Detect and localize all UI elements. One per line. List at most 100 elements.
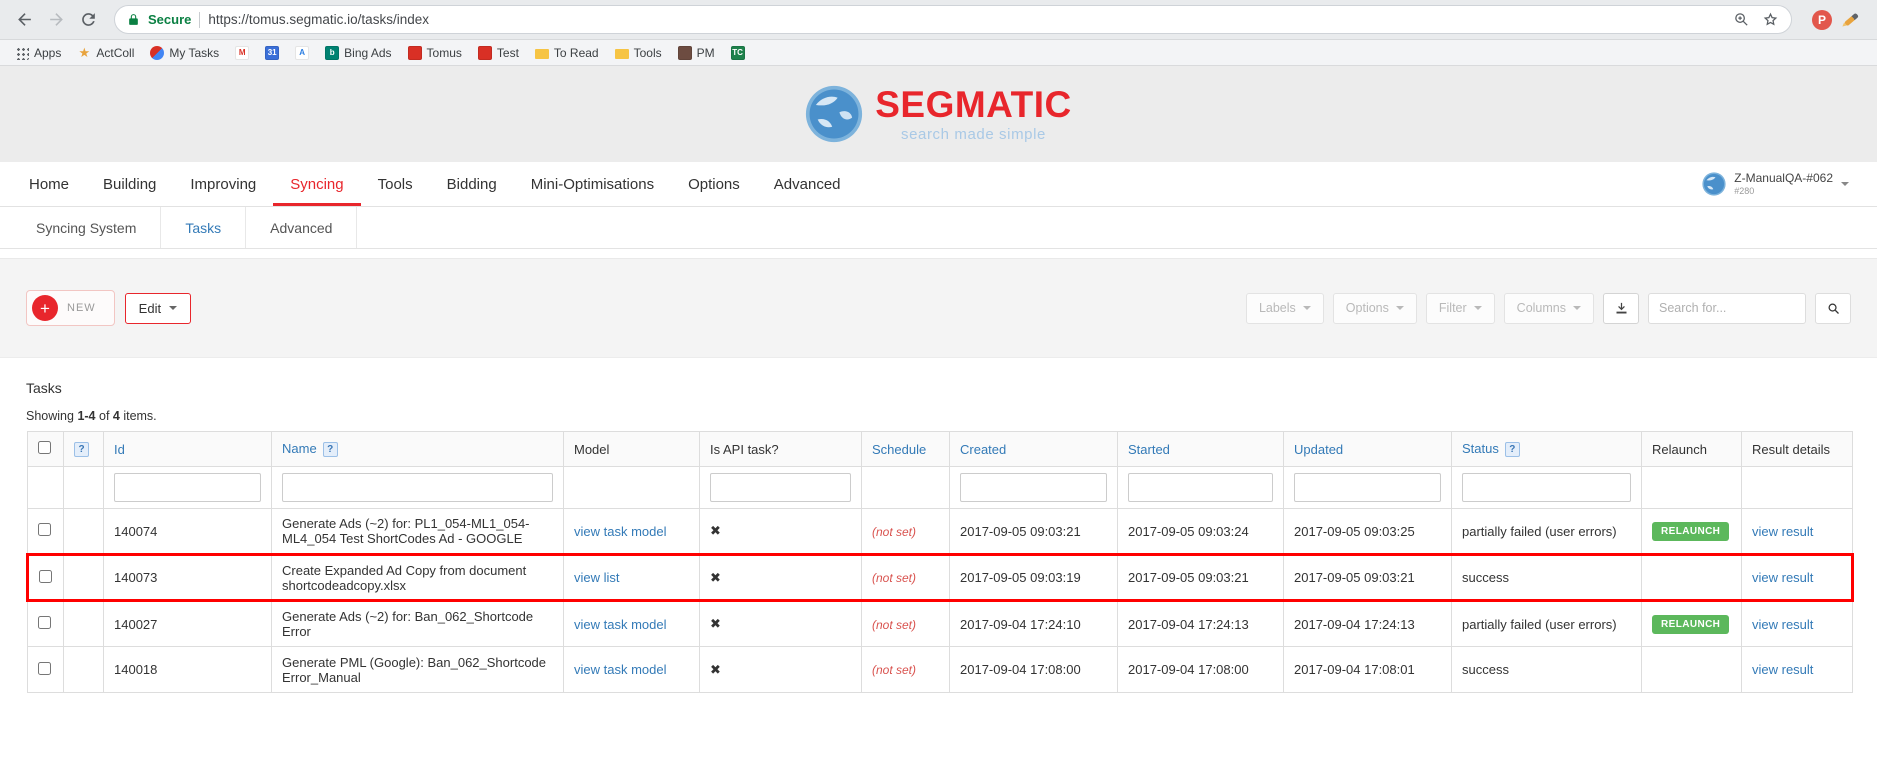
relaunch-button[interactable]: RELAUNCH <box>1652 521 1730 541</box>
folder-icon <box>614 48 629 59</box>
filter-started-input[interactable] <box>1128 473 1273 503</box>
row-checkbox[interactable] <box>38 616 51 630</box>
bookmark-bing-ads[interactable]: b Bing Ads <box>318 44 398 62</box>
nav-item-tools[interactable]: Tools <box>361 162 430 206</box>
column-label[interactable]: Updated <box>1294 442 1343 457</box>
subnav-item-advanced[interactable]: Advanced <box>246 207 358 248</box>
help-icon[interactable]: ? <box>322 442 338 458</box>
filter-id-input[interactable] <box>114 473 261 503</box>
task-name-cell: Generate Ads (~2) for: PL1_054-ML1_054-M… <box>271 508 564 556</box>
brand-name: SEGMATIC <box>875 83 1072 125</box>
search-input[interactable] <box>1648 292 1806 324</box>
bookmark-tomus[interactable]: Tomus <box>401 44 469 62</box>
column-label[interactable]: Status <box>1462 441 1499 456</box>
dropdown-options[interactable]: Options <box>1332 292 1417 324</box>
nav-item-improving[interactable]: Improving <box>173 162 273 206</box>
forward-button[interactable] <box>42 6 70 34</box>
dropdown-labels[interactable]: Labels <box>1245 292 1324 324</box>
row-checkbox[interactable] <box>39 569 52 583</box>
view-model-link[interactable]: view task model <box>574 617 666 632</box>
filter-cell-schedule <box>861 466 950 510</box>
bookmark-apps[interactable]: Apps <box>8 44 68 62</box>
url-text: https://tomus.segmatic.io/tasks/index <box>208 12 429 27</box>
filter-is-api-task-input[interactable] <box>710 473 851 503</box>
column-label[interactable]: Id <box>114 442 125 457</box>
nav-item-home[interactable]: Home <box>12 162 86 206</box>
row-checkbox[interactable] <box>38 523 51 537</box>
select-all-checkbox[interactable] <box>38 441 51 455</box>
search-button[interactable] <box>1815 292 1851 324</box>
nav-item-syncing[interactable]: Syncing <box>273 162 361 206</box>
bookmark-my-tasks[interactable]: My Tasks <box>143 44 226 62</box>
row-help-cell <box>63 646 104 694</box>
nav-item-mini-optimisations[interactable]: Mini-Optimisations <box>514 162 671 206</box>
relaunch-button[interactable]: RELAUNCH <box>1652 614 1730 634</box>
url-bar[interactable]: Secure https://tomus.segmatic.io/tasks/i… <box>114 5 1792 34</box>
column-label[interactable]: Name <box>282 441 317 456</box>
view-model-link[interactable]: view task model <box>574 524 666 539</box>
nav-item-options[interactable]: Options <box>671 162 757 206</box>
relaunch-cell: RELAUNCH <box>1641 508 1742 556</box>
bookmark-actcoll[interactable]: ★ ActColl <box>70 44 141 62</box>
bing-icon: b <box>325 45 340 60</box>
view-result-link[interactable]: view result <box>1752 570 1813 585</box>
nav-item-advanced[interactable]: Advanced <box>757 162 858 206</box>
bookmark-gmail-icon[interactable]: M <box>228 44 256 62</box>
pencil-extension-icon[interactable] <box>1844 12 1859 27</box>
filter-name-input[interactable] <box>282 473 553 503</box>
zoom-icon[interactable] <box>1733 11 1750 28</box>
task-model-cell: view list <box>563 553 700 603</box>
view-result-link[interactable]: view result <box>1752 617 1813 632</box>
new-button[interactable]: + NEW <box>26 290 115 326</box>
refresh-button[interactable] <box>74 6 102 34</box>
started-cell: 2017-09-05 09:03:24 <box>1117 508 1284 556</box>
column-label[interactable]: Started <box>1128 442 1170 457</box>
bookmark-calendar-icon[interactable]: 31 <box>258 44 286 62</box>
bookmark-star-icon[interactable] <box>1762 11 1779 28</box>
column-label: Model <box>574 441 610 457</box>
subnav-item-syncing-system[interactable]: Syncing System <box>12 207 162 248</box>
filter-cell-model <box>563 466 700 510</box>
bookmark-tc-icon[interactable]: TC <box>724 44 752 62</box>
filter-status-input[interactable] <box>1462 473 1631 503</box>
nav-item-building[interactable]: Building <box>86 162 173 206</box>
column-header-result-details: Result details <box>1741 430 1853 468</box>
nav-item-bidding[interactable]: Bidding <box>430 162 514 206</box>
view-result-link[interactable]: view result <box>1752 662 1813 677</box>
chevron-down-icon <box>1302 306 1311 310</box>
task-model-cell: view task model <box>563 508 700 556</box>
filter-row <box>27 466 1853 510</box>
bookmark-pm[interactable]: PM <box>671 44 722 62</box>
column-label[interactable]: Created <box>960 442 1006 457</box>
subnav-item-tasks[interactable]: Tasks <box>161 207 247 248</box>
brand-tagline: search made simple <box>900 125 1046 143</box>
bookmark-label: Tomus <box>426 45 462 60</box>
row-checkbox[interactable] <box>38 661 51 675</box>
help-icon[interactable]: ? <box>1504 442 1520 458</box>
export-button[interactable] <box>1603 292 1639 324</box>
bookmark-to-read[interactable]: To Read <box>528 44 606 62</box>
user-menu[interactable]: Z-ManualQA-#062 #280 <box>1702 162 1849 206</box>
view-result-link[interactable]: view result <box>1752 524 1813 539</box>
segmatic-logo: SEGMATIC search made simple <box>805 85 1072 143</box>
help-icon[interactable]: ? <box>74 442 89 458</box>
filter-created-input[interactable] <box>960 473 1107 503</box>
view-model-link[interactable]: view task model <box>574 662 666 677</box>
filter-updated-input[interactable] <box>1294 473 1441 503</box>
filter-cell-id <box>103 466 272 510</box>
extension-icon[interactable]: P <box>1812 9 1832 30</box>
edit-button[interactable]: Edit <box>124 292 192 324</box>
search-icon <box>1828 303 1839 314</box>
bookmark-label: Bing Ads <box>344 45 392 60</box>
schedule-cell: (not set) <box>861 646 950 694</box>
view-model-link[interactable]: view list <box>574 570 620 585</box>
bookmark-tools[interactable]: Tools <box>608 44 669 62</box>
column-label[interactable]: Schedule <box>872 442 926 457</box>
created-cell: 2017-09-04 17:24:10 <box>949 600 1118 648</box>
dropdown-columns[interactable]: Columns <box>1503 292 1594 324</box>
bookmark-a-icon[interactable]: A <box>288 44 316 62</box>
back-button[interactable] <box>10 6 38 34</box>
dropdown-filter[interactable]: Filter <box>1425 292 1495 324</box>
task-id-cell: 140018 <box>103 646 272 694</box>
bookmark-test[interactable]: Test <box>471 44 526 62</box>
